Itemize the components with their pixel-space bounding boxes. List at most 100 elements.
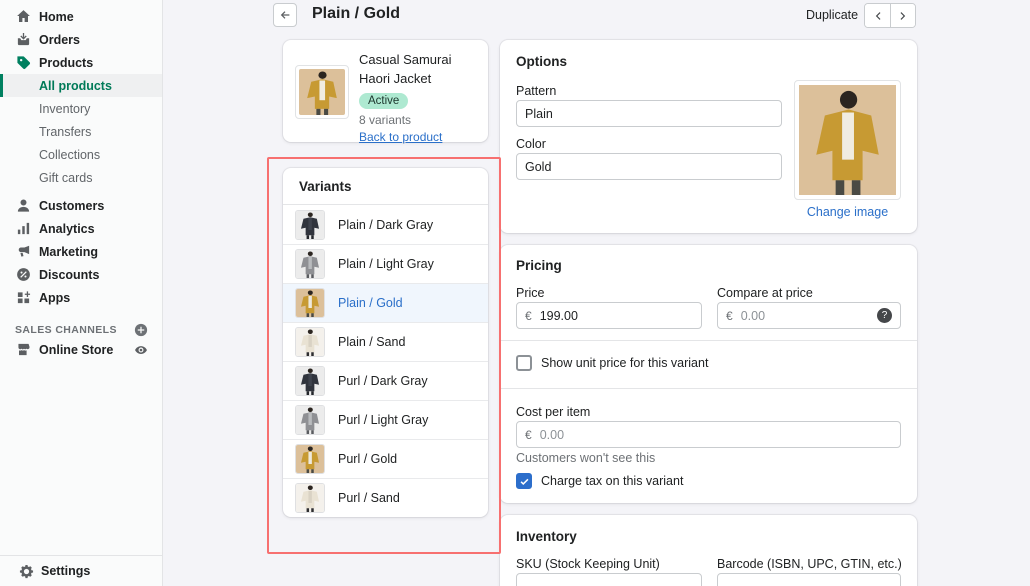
back-to-product-link[interactable]: Back to product <box>359 130 442 144</box>
variant-label: Plain / Gold <box>338 296 403 310</box>
cost-helper-text: Customers won't see this <box>516 451 655 465</box>
variant-label: Plain / Dark Gray <box>338 218 433 232</box>
price-label: Price <box>516 286 544 300</box>
sidebar-item-label: Gift cards <box>39 171 93 185</box>
status-badge: Active <box>359 93 408 109</box>
options-card: Options Pattern Color Change image <box>500 40 917 233</box>
sales-channels-header: SALES CHANNELS <box>0 322 162 338</box>
inventory-card: Inventory SKU (Stock Keeping Unit) Barco… <box>500 515 917 586</box>
page-title: Plain / Gold <box>312 5 400 23</box>
variant-row[interactable]: Purl / Light Gray <box>283 400 488 439</box>
arrow-left-icon <box>278 8 292 22</box>
sidebar-item-settings[interactable]: Settings <box>0 555 162 586</box>
chevron-left-icon <box>872 10 884 22</box>
sidebar-item-discounts[interactable]: Discounts <box>0 263 162 286</box>
sidebar-item-inventory[interactable]: Inventory <box>0 97 162 120</box>
sidebar-item-online-store[interactable]: Online Store <box>0 338 162 361</box>
variant-label: Plain / Light Gray <box>338 257 434 271</box>
sidebar-item-customers[interactable]: Customers <box>0 194 162 217</box>
variant-thumbnail <box>295 249 325 279</box>
back-button[interactable] <box>273 3 297 27</box>
sidebar-item-label: Collections <box>39 148 100 162</box>
next-variant-button[interactable] <box>890 4 915 27</box>
products-icon <box>15 55 31 71</box>
marketing-icon <box>15 244 31 260</box>
sidebar-item-collections[interactable]: Collections <box>0 143 162 166</box>
color-input[interactable] <box>516 153 782 180</box>
sidebar-item-label: Apps <box>39 291 70 305</box>
sidebar-item-label: Settings <box>41 564 90 578</box>
variant-row[interactable]: Plain / Sand <box>283 322 488 361</box>
sidebar-item-label: Inventory <box>39 102 90 116</box>
pattern-label: Pattern <box>516 84 556 98</box>
variants-card: Variants Plain / Dark Gray Plain / Light… <box>283 168 488 517</box>
variant-thumbnail <box>295 288 325 318</box>
barcode-label: Barcode (ISBN, UPC, GTIN, etc.) <box>717 557 902 571</box>
sidebar-item-label: Transfers <box>39 125 91 139</box>
variants-list: Plain / Dark Gray Plain / Light Gray Pla… <box>283 205 488 517</box>
divider <box>500 340 917 341</box>
previous-variant-button[interactable] <box>865 4 890 27</box>
sidebar-item-label: Orders <box>39 33 80 47</box>
orders-icon <box>15 32 31 48</box>
checkbox-checked <box>516 473 532 489</box>
variant-thumbnail <box>295 405 325 435</box>
sidebar-item-all-products[interactable]: All products <box>0 74 162 97</box>
checkbox-label: Show unit price for this variant <box>541 356 708 370</box>
product-thumbnail <box>295 65 349 119</box>
sku-label: SKU (Stock Keeping Unit) <box>516 557 660 571</box>
price-input[interactable]: € <box>516 302 702 329</box>
help-icon[interactable]: ? <box>877 308 892 323</box>
sidebar-item-label: Online Store <box>39 343 125 357</box>
variant-row[interactable]: Plain / Dark Gray <box>283 205 488 244</box>
sidebar-item-gift-cards[interactable]: Gift cards <box>0 166 162 189</box>
sidebar-item-label: Customers <box>39 199 104 213</box>
storefront-icon <box>15 342 31 358</box>
variant-row[interactable]: Purl / Dark Gray <box>283 361 488 400</box>
sidebar-item-products[interactable]: Products <box>0 51 162 74</box>
checkbox-unchecked <box>516 355 532 371</box>
pattern-input[interactable] <box>516 100 782 127</box>
variant-thumbnail <box>295 483 325 513</box>
change-image-link[interactable]: Change image <box>794 205 901 219</box>
discounts-icon <box>15 267 31 283</box>
sidebar: Home Orders Products All products Invent… <box>0 0 163 586</box>
add-sales-channel-icon[interactable] <box>133 322 149 338</box>
pricing-heading: Pricing <box>516 258 562 273</box>
cost-per-item-input[interactable]: € <box>516 421 901 448</box>
sidebar-item-home[interactable]: Home <box>0 5 162 28</box>
variant-row[interactable]: Plain / Gold <box>283 283 488 322</box>
customers-icon <box>15 198 31 214</box>
variant-thumbnail <box>295 327 325 357</box>
variant-row[interactable]: Purl / Sand <box>283 478 488 517</box>
sidebar-item-marketing[interactable]: Marketing <box>0 240 162 263</box>
sidebar-item-transfers[interactable]: Transfers <box>0 120 162 143</box>
checkbox-label: Charge tax on this variant <box>541 474 683 488</box>
gear-icon <box>18 563 34 579</box>
barcode-input[interactable] <box>717 573 901 586</box>
compare-at-price-input[interactable]: € ? <box>717 302 901 329</box>
variant-row[interactable]: Plain / Light Gray <box>283 244 488 283</box>
unit-price-checkbox[interactable]: Show unit price for this variant <box>516 355 708 371</box>
sidebar-item-analytics[interactable]: Analytics <box>0 217 162 240</box>
variant-thumbnail <box>295 366 325 396</box>
variant-row[interactable]: Purl / Gold <box>283 439 488 478</box>
sidebar-item-apps[interactable]: Apps <box>0 286 162 309</box>
variant-label: Purl / Light Gray <box>338 413 428 427</box>
preview-eye-icon[interactable] <box>133 342 149 358</box>
variant-label: Purl / Sand <box>338 491 400 505</box>
variants-heading: Variants <box>299 179 352 194</box>
apps-icon <box>15 290 31 306</box>
variant-label: Plain / Sand <box>338 335 405 349</box>
sidebar-item-label: All products <box>39 79 112 93</box>
sidebar-item-orders[interactable]: Orders <box>0 28 162 51</box>
sku-input[interactable] <box>516 573 702 586</box>
duplicate-button[interactable]: Duplicate <box>806 8 858 22</box>
divider <box>500 388 917 389</box>
variant-pager <box>864 3 916 28</box>
home-icon <box>15 9 31 25</box>
charge-tax-checkbox[interactable]: Charge tax on this variant <box>516 473 683 489</box>
variant-label: Purl / Gold <box>338 452 397 466</box>
inventory-heading: Inventory <box>516 529 577 544</box>
compare-at-price-label: Compare at price <box>717 286 813 300</box>
